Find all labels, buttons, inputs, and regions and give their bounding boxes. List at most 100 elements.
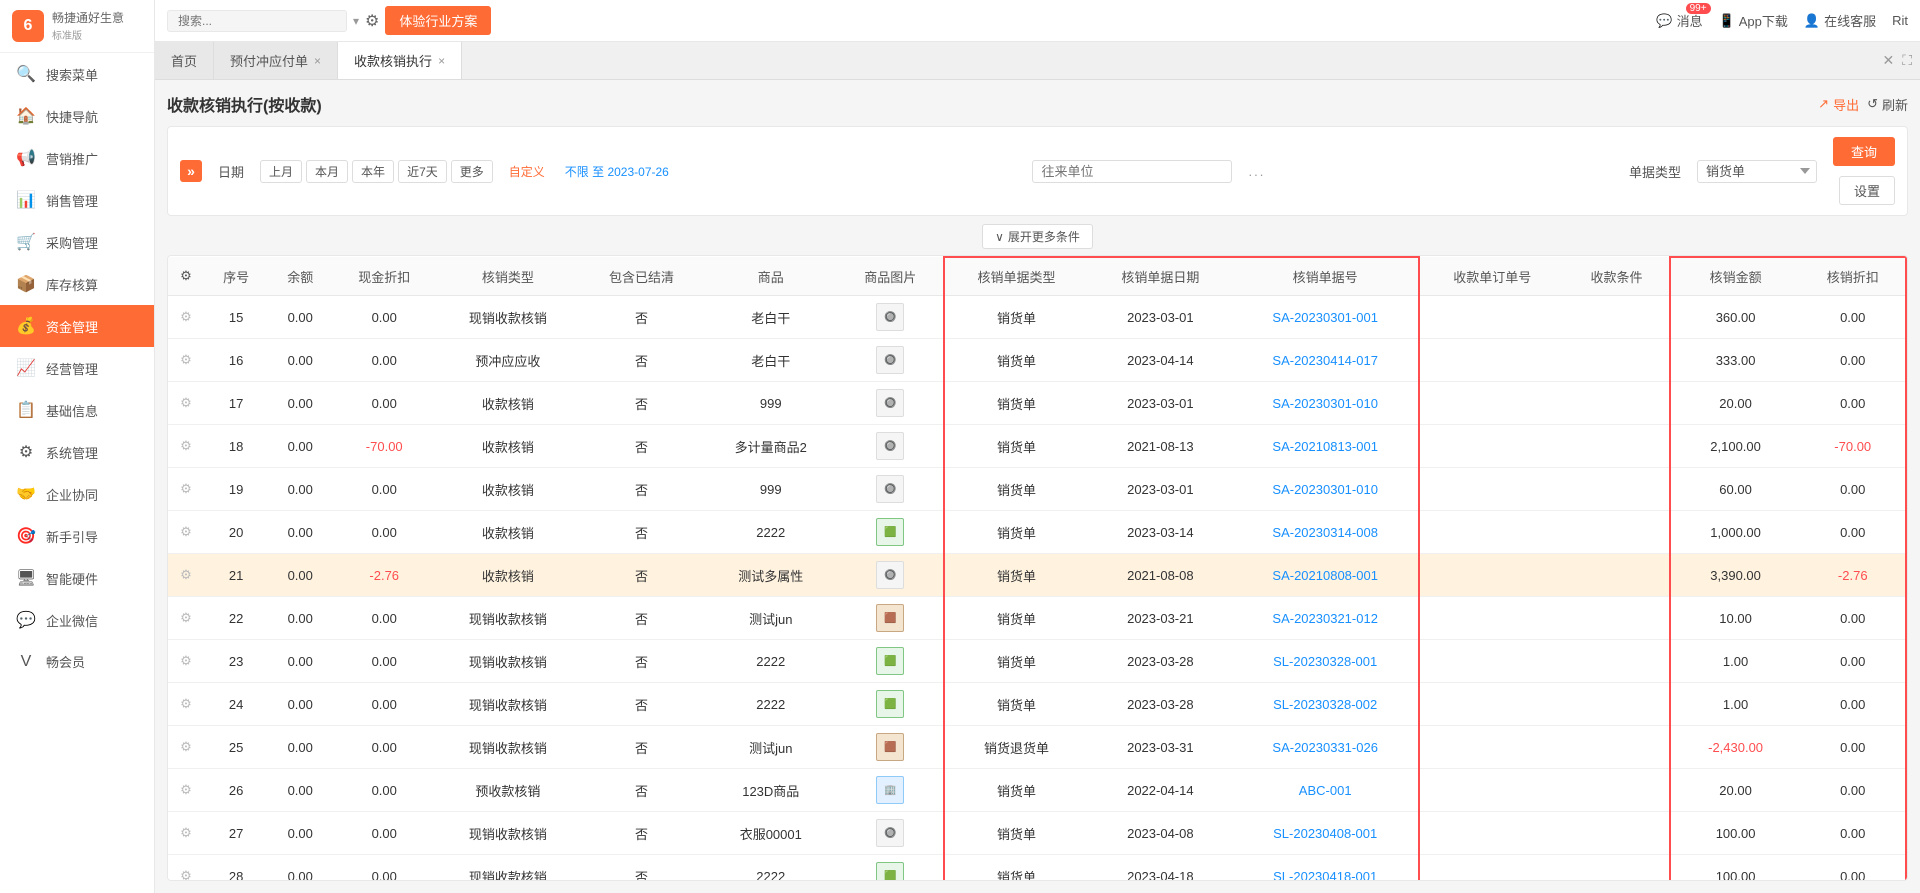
row-verify-discount: 0.00 bbox=[1800, 597, 1906, 640]
table-body: ⚙150.000.00现销收款核销否老白干🔘销货单2023-03-01SA-20… bbox=[168, 296, 1906, 882]
row-include-settled: 否 bbox=[580, 468, 704, 511]
sidebar-item-system[interactable]: ⚙系统管理 bbox=[0, 431, 154, 473]
custom-date-btn[interactable]: 自定义 bbox=[509, 163, 545, 180]
sidebar-item-basic[interactable]: 📋基础信息 bbox=[0, 389, 154, 431]
sidebar-item-enterprise[interactable]: 🤝企业协同 bbox=[0, 473, 154, 515]
partner-input[interactable] bbox=[1032, 160, 1232, 183]
sidebar-item-marketing[interactable]: 📢营销推广 bbox=[0, 137, 154, 179]
message-btn[interactable]: 💬 消息 99+ bbox=[1656, 11, 1702, 30]
row-verify-discount: 0.00 bbox=[1800, 769, 1906, 812]
date-btn-近7天[interactable]: 近7天 bbox=[398, 160, 447, 183]
row-num: 19 bbox=[204, 468, 268, 511]
row-balance: 0.00 bbox=[268, 339, 332, 382]
settings-icon[interactable]: ⚙ bbox=[365, 11, 379, 31]
row-verify-bill-no: SA-20210813-001 bbox=[1232, 425, 1419, 468]
row-num: 21 bbox=[204, 554, 268, 597]
row-product-img: 🔘 bbox=[838, 339, 943, 382]
finance-icon: 💰 bbox=[16, 316, 36, 336]
row-cash-discount: -70.00 bbox=[332, 425, 436, 468]
row-gear: ⚙ bbox=[168, 468, 204, 511]
date-btn-更多[interactable]: 更多 bbox=[451, 160, 493, 183]
sidebar-item-member[interactable]: V畅会员 bbox=[0, 641, 154, 682]
filter-expand-button[interactable]: » bbox=[180, 160, 202, 182]
th-verify_type: 核销类型 bbox=[436, 257, 580, 296]
date-btn-上月[interactable]: 上月 bbox=[260, 160, 302, 183]
row-cash-discount: 0.00 bbox=[332, 296, 436, 339]
row-cash-discount: 0.00 bbox=[332, 640, 436, 683]
row-verify-amount: 333.00 bbox=[1670, 339, 1801, 382]
sidebar-item-inventory[interactable]: 📦库存核算 bbox=[0, 263, 154, 305]
refresh-button[interactable]: ↺ 刷新 bbox=[1867, 95, 1908, 114]
expand-more-button[interactable]: ∨ 展开更多条件 bbox=[982, 224, 1093, 249]
product-img: 🔘 bbox=[876, 389, 904, 417]
table-row: ⚙230.000.00现销收款核销否2222🟩销货单2023-03-28SL-2… bbox=[168, 640, 1906, 683]
row-cash-discount: -2.76 bbox=[332, 554, 436, 597]
row-product-img: 🟩 bbox=[838, 640, 943, 683]
row-verify-amount: 20.00 bbox=[1670, 769, 1801, 812]
sidebar-item-quicknav[interactable]: 🏠快捷导航 bbox=[0, 95, 154, 137]
row-verify-bill-no: SA-20230331-026 bbox=[1232, 726, 1419, 769]
bill-type-select[interactable]: 销货单 销货退货单 bbox=[1697, 160, 1817, 183]
service-icon: 👤 bbox=[1804, 13, 1820, 29]
tab-close-prepay[interactable]: × bbox=[314, 54, 321, 68]
sidebar-item-operation[interactable]: 📈经营管理 bbox=[0, 347, 154, 389]
row-verify-bill-type: 销货单 bbox=[944, 468, 1089, 511]
close-tab-icon[interactable]: ✕ bbox=[1882, 52, 1894, 69]
row-verify-bill-date: 2023-03-14 bbox=[1089, 511, 1233, 554]
maximize-icon[interactable]: ⛶ bbox=[1902, 52, 1912, 69]
tab-close-receive[interactable]: × bbox=[438, 54, 445, 68]
row-verify-amount: 2,100.00 bbox=[1670, 425, 1801, 468]
tab-receive[interactable]: 收款核销执行× bbox=[338, 42, 462, 79]
online-service-btn[interactable]: 👤 在线客服 bbox=[1804, 11, 1876, 30]
search-input[interactable] bbox=[167, 10, 347, 32]
sidebar-item-hardware[interactable]: 🖥智能硬件 bbox=[0, 557, 154, 599]
query-button[interactable]: 查询 bbox=[1833, 137, 1895, 166]
row-verify-amount: 1.00 bbox=[1670, 683, 1801, 726]
export-button[interactable]: ↗ 导出 bbox=[1818, 95, 1859, 114]
tab-prepay[interactable]: 预付冲应付单× bbox=[214, 42, 338, 79]
sidebar-item-wechat[interactable]: 💬企业微信 bbox=[0, 599, 154, 641]
app-download-btn[interactable]: 📱 App下载 bbox=[1719, 11, 1788, 30]
sidebar-label-basic: 基础信息 bbox=[46, 401, 98, 420]
operation-icon: 📈 bbox=[16, 358, 36, 378]
row-verify-type: 预冲应应收 bbox=[436, 339, 580, 382]
sidebar-item-guide[interactable]: 🎯新手引导 bbox=[0, 515, 154, 557]
date-btn-本年[interactable]: 本年 bbox=[352, 160, 394, 183]
row-gear: ⚙ bbox=[168, 425, 204, 468]
page-header: 收款核销执行(按收款) ↗ 导出 ↺ 刷新 bbox=[167, 92, 1908, 116]
date-btn-本月[interactable]: 本月 bbox=[306, 160, 348, 183]
guide-icon: 🎯 bbox=[16, 526, 36, 546]
sidebar-item-search[interactable]: 🔍搜索菜单 bbox=[0, 53, 154, 95]
message-icon: 💬 bbox=[1656, 13, 1672, 29]
row-cash-discount: 0.00 bbox=[332, 339, 436, 382]
row-receipt-order-no bbox=[1419, 769, 1564, 812]
row-receipt-order-no bbox=[1419, 726, 1564, 769]
product-img: 🟩 bbox=[876, 518, 904, 546]
row-verify-amount: -2,430.00 bbox=[1670, 726, 1801, 769]
row-verify-bill-no: SA-20230414-017 bbox=[1232, 339, 1419, 382]
solution-button[interactable]: 体验行业方案 bbox=[385, 6, 491, 35]
row-cash-discount: 0.00 bbox=[332, 382, 436, 425]
row-verify-bill-date: 2023-04-08 bbox=[1089, 812, 1233, 855]
dropdown-arrow-icon[interactable]: ▾ bbox=[353, 14, 359, 28]
refresh-icon: ↺ bbox=[1867, 96, 1878, 112]
tab-home[interactable]: 首页 bbox=[155, 42, 214, 79]
row-verify-type: 收款核销 bbox=[436, 468, 580, 511]
row-gear: ⚙ bbox=[168, 382, 204, 425]
setting-button[interactable]: 设置 bbox=[1839, 176, 1895, 205]
row-receipt-order-no bbox=[1419, 812, 1564, 855]
row-verify-bill-date: 2021-08-08 bbox=[1089, 554, 1233, 597]
row-product-img: 🟩 bbox=[838, 511, 943, 554]
th-receipt_order_no: 收款单订单号 bbox=[1419, 257, 1564, 296]
row-product-img: 🔘 bbox=[838, 812, 943, 855]
data-table-wrap: ⚙序号余额现金折扣核销类型包含已结清商品商品图片核销单据类型核销单据日期核销单据… bbox=[167, 255, 1908, 881]
sidebar-item-purchase[interactable]: 🛒采购管理 bbox=[0, 221, 154, 263]
date-label: 日期 bbox=[218, 162, 244, 181]
row-verify-bill-type: 销货单 bbox=[944, 855, 1089, 882]
sidebar-item-sales[interactable]: 📊销售管理 bbox=[0, 179, 154, 221]
app-edition: 标准版 bbox=[52, 27, 124, 42]
row-verify-discount: 0.00 bbox=[1800, 640, 1906, 683]
row-gear: ⚙ bbox=[168, 296, 204, 339]
sidebar-item-finance[interactable]: 💰资金管理 bbox=[0, 305, 154, 347]
row-balance: 0.00 bbox=[268, 382, 332, 425]
